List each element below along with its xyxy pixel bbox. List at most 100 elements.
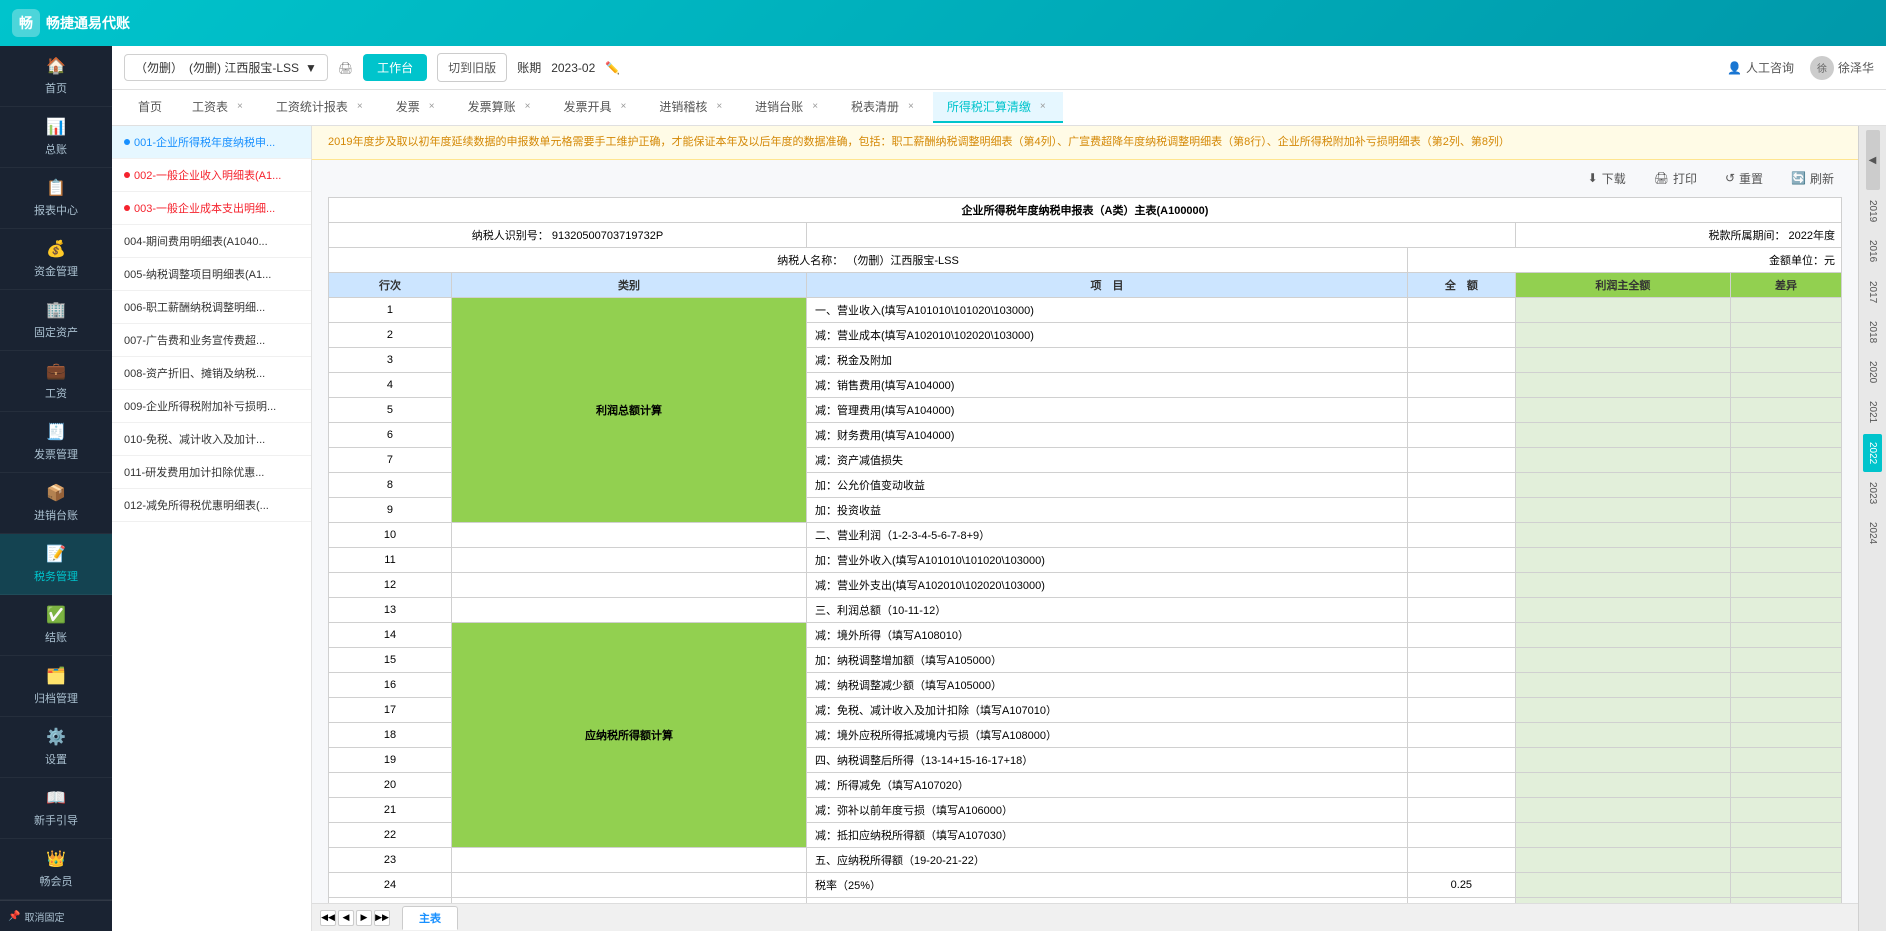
sidebar-item-salary[interactable]: 💼 工资 [0,351,112,412]
cell-lirun[interactable] [1515,722,1730,747]
panel-item-012[interactable]: 012-减免所得税优惠明细表(... [112,489,311,522]
cell-quane[interactable] [1408,647,1516,672]
cell-quane[interactable] [1408,397,1516,422]
cell-chayi[interactable] [1731,822,1842,847]
cell-quane[interactable] [1408,447,1516,472]
sidebar-item-fund[interactable]: 💰 资金管理 [0,229,112,290]
cell-chayi[interactable] [1731,722,1842,747]
year-2018[interactable]: 2018 [1863,313,1882,351]
cell-lirun[interactable] [1515,447,1730,472]
tab-invoice-calc[interactable]: 发票算账 × [454,92,548,123]
sidebar-item-asset[interactable]: 🏢 固定资产 [0,290,112,351]
sidebar-pin[interactable]: 📌 取消固定 [0,901,112,931]
sidebar-item-ledger[interactable]: 📊 总账 [0,107,112,168]
company-selector[interactable]: （勿删） (勿删) 江西服宝-LSS ▼ [124,54,328,81]
workbench-button[interactable]: 工作台 [363,54,427,81]
nav-prev[interactable]: ◀ [338,910,354,926]
cell-quane[interactable] [1408,597,1516,622]
cell-chayi[interactable] [1731,497,1842,522]
tab-purchase-ledger[interactable]: 进销台账 × [741,92,835,123]
cell-chayi[interactable] [1731,547,1842,572]
cell-quane[interactable] [1408,522,1516,547]
sidebar-item-home[interactable]: 🏠 首页 [0,46,112,107]
sheet-tab-main[interactable]: 主表 [402,906,458,930]
cell-chayi[interactable] [1731,322,1842,347]
cell-lirun[interactable] [1515,322,1730,347]
year-2021[interactable]: 2021 [1863,393,1882,431]
tab-invoice-calc-close[interactable]: × [522,100,534,113]
cell-quane[interactable] [1408,697,1516,722]
year-2016[interactable]: 2016 [1863,232,1882,270]
panel-item-009[interactable]: 009-企业所得税附加补亏损明... [112,390,311,423]
cell-lirun[interactable] [1515,547,1730,572]
cell-chayi[interactable] [1731,647,1842,672]
panel-item-010[interactable]: 010-免税、减计收入及加计... [112,423,311,456]
cell-chayi[interactable] [1731,872,1842,897]
switch-button[interactable]: 切到旧版 [437,53,507,82]
cell-chayi[interactable] [1731,522,1842,547]
cell-lirun[interactable] [1515,847,1730,872]
cell-chayi[interactable] [1731,672,1842,697]
panel-item-002[interactable]: 002-一般企业收入明细表(A1... [112,159,311,192]
cell-chayi[interactable] [1731,472,1842,497]
cell-lirun[interactable] [1515,822,1730,847]
collapse-button[interactable]: ◀ [1866,130,1880,190]
cell-lirun[interactable] [1515,497,1730,522]
year-2019[interactable]: 2019 [1863,192,1882,230]
tab-tax-clear-close[interactable]: × [905,100,917,113]
cell-lirun[interactable] [1515,522,1730,547]
cell-chayi[interactable] [1731,597,1842,622]
sidebar-item-archive[interactable]: 🗂️ 归档管理 [0,656,112,717]
year-2024[interactable]: 2024 [1863,514,1882,552]
cell-lirun[interactable] [1515,772,1730,797]
panel-item-008[interactable]: 008-资产折旧、摊销及纳税... [112,357,311,390]
nav-next[interactable]: ▶ [356,910,372,926]
tab-salary-stat[interactable]: 工资统计报表 × [262,92,380,123]
sidebar-item-guide[interactable]: 📖 新手引导 [0,778,112,839]
cell-quane[interactable] [1408,572,1516,597]
cell-chayi[interactable] [1731,347,1842,372]
cell-quane[interactable] [1408,347,1516,372]
table-container[interactable]: 企业所得税年度纳税申报表（A类）主表(A100000) 纳税人识别号： 9132… [312,197,1858,904]
cell-chayi[interactable] [1731,847,1842,872]
nav-last[interactable]: ▶▶ [374,910,390,926]
sidebar-item-settle[interactable]: ✅ 结账 [0,595,112,656]
reset-button[interactable]: ↺ 重置 [1717,166,1771,191]
cell-lirun[interactable] [1515,597,1730,622]
cell-chayi[interactable] [1731,697,1842,722]
tab-purchase-check-close[interactable]: × [713,100,725,113]
cell-chayi[interactable] [1731,372,1842,397]
cell-quane[interactable] [1408,772,1516,797]
cell-quane[interactable] [1408,822,1516,847]
year-2017[interactable]: 2017 [1863,273,1882,311]
nav-first[interactable]: ◀◀ [320,910,336,926]
cell-quane[interactable] [1408,622,1516,647]
cell-lirun[interactable] [1515,872,1730,897]
tab-tax-clear[interactable]: 税表清册 × [837,92,931,123]
tab-purchase-check[interactable]: 进销稽核 × [645,92,739,123]
cell-lirun[interactable] [1515,397,1730,422]
cell-lirun[interactable] [1515,572,1730,597]
cell-quane[interactable] [1408,497,1516,522]
cell-quane[interactable] [1408,747,1516,772]
panel-item-003[interactable]: 003-一般企业成本支出明细... [112,192,311,225]
cell-quane[interactable] [1408,797,1516,822]
panel-item-007[interactable]: 007-广告费和业务宣传费超... [112,324,311,357]
cell-chayi[interactable] [1731,447,1842,472]
cell-lirun[interactable] [1515,297,1730,322]
sidebar-item-purchase[interactable]: 📦 进销台账 [0,473,112,534]
cell-lirun[interactable] [1515,422,1730,447]
cell-chayi[interactable] [1731,397,1842,422]
tab-salary[interactable]: 工资表 × [178,92,260,123]
cell-quane[interactable]: 0.25 [1408,872,1516,897]
panel-item-001[interactable]: 001-企业所得税年度纳税申... [112,126,311,159]
printer-icon[interactable]: 🖨 [338,61,353,75]
tab-invoice-open-close[interactable]: × [617,100,629,113]
cell-chayi[interactable] [1731,622,1842,647]
panel-item-005[interactable]: 005-纳税调整项目明细表(A1... [112,258,311,291]
cell-chayi[interactable] [1731,422,1842,447]
tab-purchase-ledger-close[interactable]: × [809,100,821,113]
tab-salary-close[interactable]: × [234,100,246,113]
cell-quane[interactable] [1408,322,1516,347]
cell-lirun[interactable] [1515,647,1730,672]
